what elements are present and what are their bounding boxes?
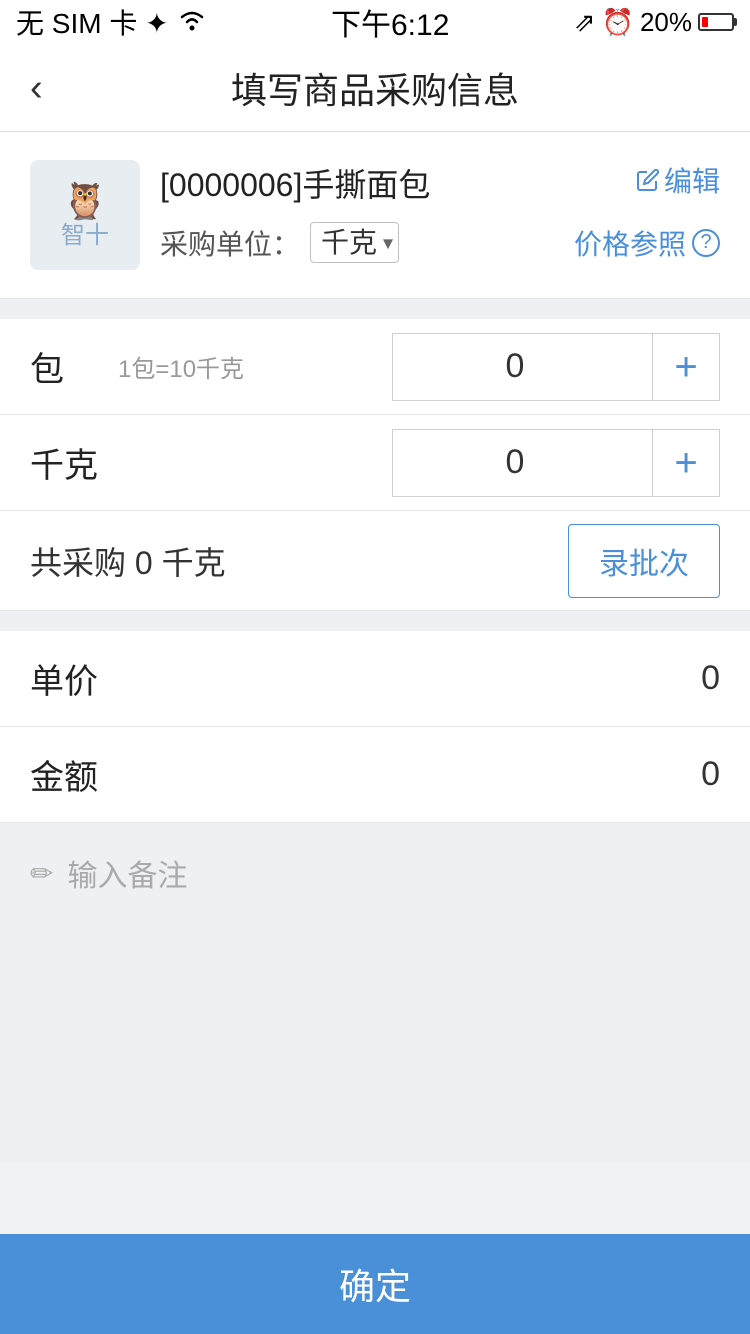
sim-label: 无 SIM 卡 ✦ <box>16 2 169 42</box>
total-row: 共采购 0 千克 录批次 <box>0 511 750 611</box>
total-text: 共采购 0 千克 <box>30 538 226 584</box>
nav-bar: ‹ 填写商品采购信息 <box>0 44 750 132</box>
bao-input-row: 包 1包=10千克 + <box>0 319 750 415</box>
unit-price-row: 单价 0 <box>0 631 750 727</box>
bao-sub: 1包=10千克 <box>118 349 244 384</box>
back-button[interactable]: ‹ <box>30 69 43 107</box>
status-left: 无 SIM 卡 ✦ <box>16 2 207 42</box>
bao-plus-button[interactable]: + <box>652 333 720 401</box>
remark-section: ✏ 输入备注 <box>0 823 750 1163</box>
kg-input[interactable] <box>392 429 652 497</box>
total-amount: 0 <box>135 545 153 581</box>
product-thumbnail: 🦉 智十 <box>30 160 140 270</box>
unit-price-label: 单价 <box>30 654 98 703</box>
batch-button[interactable]: 录批次 <box>568 524 720 598</box>
bao-input[interactable] <box>392 333 652 401</box>
status-bar: 无 SIM 卡 ✦ 下午6:12 ⇗ ⏰ 20% <box>0 0 750 44</box>
kg-input-right: + <box>392 429 720 497</box>
price-info-section: 单价 0 金额 0 <box>0 631 750 823</box>
page-title: 填写商品采购信息 <box>231 62 519 114</box>
amount-value: 0 <box>701 755 720 794</box>
status-time: 下午6:12 <box>331 0 449 44</box>
battery-percent: 20% <box>640 7 692 38</box>
remark-placeholder: 输入备注 <box>67 851 187 895</box>
kg-plus-button[interactable]: + <box>652 429 720 497</box>
amount-row: 金额 0 <box>0 727 750 823</box>
status-right: ⇗ ⏰ 20% <box>574 7 734 38</box>
alarm-icon: ⏰ <box>602 7 634 38</box>
wifi-icon <box>177 6 207 38</box>
battery-icon <box>698 13 734 31</box>
product-thumb-logo: 🦉 智十 <box>61 179 109 251</box>
remark-input-row[interactable]: ✏ 输入备注 <box>30 851 720 895</box>
product-name: [0000006]手撕面包 <box>160 160 430 206</box>
section-divider-2 <box>0 611 750 631</box>
unit-price-value: 0 <box>701 659 720 698</box>
confirm-button[interactable]: 确定 <box>0 1234 750 1334</box>
bao-label: 包 <box>30 342 110 391</box>
kg-label: 千克 <box>30 438 110 487</box>
unit-select[interactable]: 千克 包 <box>310 222 399 263</box>
unit-label: 采购单位： <box>160 223 300 263</box>
edit-button[interactable]: 编辑 <box>636 160 720 200</box>
amount-label: 金额 <box>30 750 98 799</box>
bao-input-right: + <box>392 333 720 401</box>
input-section: 包 1包=10千克 + 千克 + <box>0 319 750 511</box>
unit-select-wrap[interactable]: 千克 包 <box>310 222 399 263</box>
product-info: [0000006]手撕面包 编辑 采购单位： 千克 包 <box>160 160 720 263</box>
location-icon: ⇗ <box>574 7 596 38</box>
pencil-icon: ✏ <box>30 857 53 890</box>
kg-input-row: 千克 + <box>0 415 750 511</box>
price-ref-button[interactable]: 价格参照 ? <box>574 223 720 263</box>
section-divider-1 <box>0 299 750 319</box>
product-card: 🦉 智十 [0000006]手撕面包 编辑 采购单位： 千克 包 <box>0 132 750 299</box>
price-ref-help-icon: ? <box>692 229 720 257</box>
